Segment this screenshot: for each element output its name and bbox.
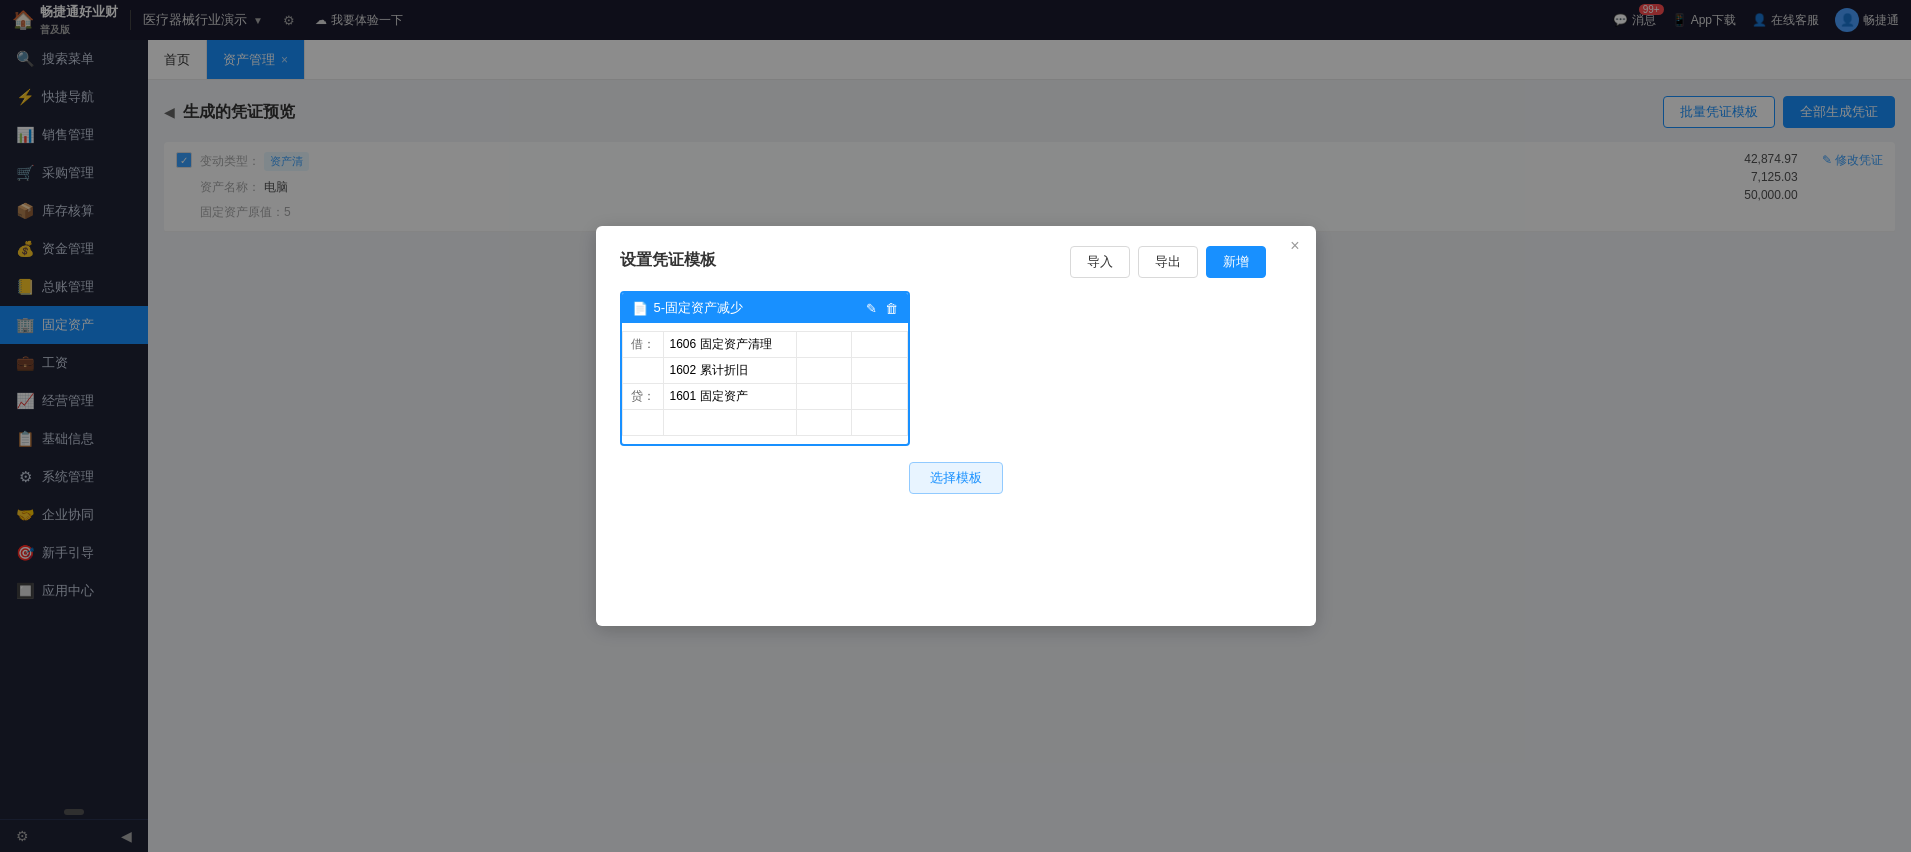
template-entry-row: 贷： 1601 固定资产 [622,384,907,410]
template-edit-icon[interactable]: ✎ [866,301,877,316]
template-entry-row: 借： 1606 固定资产清理 [622,332,907,358]
voucher-template-modal: 设置凭证模板 × 导入 导出 新增 📄 5-固定资产减少 ✎ 🗑 [596,226,1316,626]
template-delete-icon[interactable]: 🗑 [885,301,898,316]
template-body: 借： 1606 固定资产清理 1602 累计折旧 贷： [622,323,908,444]
template-card: 📄 5-固定资产减少 ✎ 🗑 借： 1606 固定资产清理 [620,291,910,446]
select-template-button[interactable]: 选择模板 [909,462,1003,494]
template-entry-row: 1602 累计折旧 [622,358,907,384]
template-entry-row-empty [622,410,907,436]
import-button[interactable]: 导入 [1070,246,1130,278]
template-entries-table: 借： 1606 固定资产清理 1602 累计折旧 贷： [622,331,908,436]
export-button[interactable]: 导出 [1138,246,1198,278]
template-name: 5-固定资产减少 [654,299,744,317]
modal-toolbar: 导入 导出 新增 [1070,246,1266,278]
select-template-container: 选择模板 [620,462,1292,494]
template-card-header: 📄 5-固定资产减少 ✎ 🗑 [622,293,908,323]
modal-close-button[interactable]: × [1290,238,1299,254]
modal-overlay: 设置凭证模板 × 导入 导出 新增 📄 5-固定资产减少 ✎ 🗑 [0,0,1911,852]
template-header-left: 📄 5-固定资产减少 [632,299,744,317]
new-template-button[interactable]: 新增 [1206,246,1266,278]
template-actions: ✎ 🗑 [866,301,898,316]
template-doc-icon: 📄 [632,301,648,316]
